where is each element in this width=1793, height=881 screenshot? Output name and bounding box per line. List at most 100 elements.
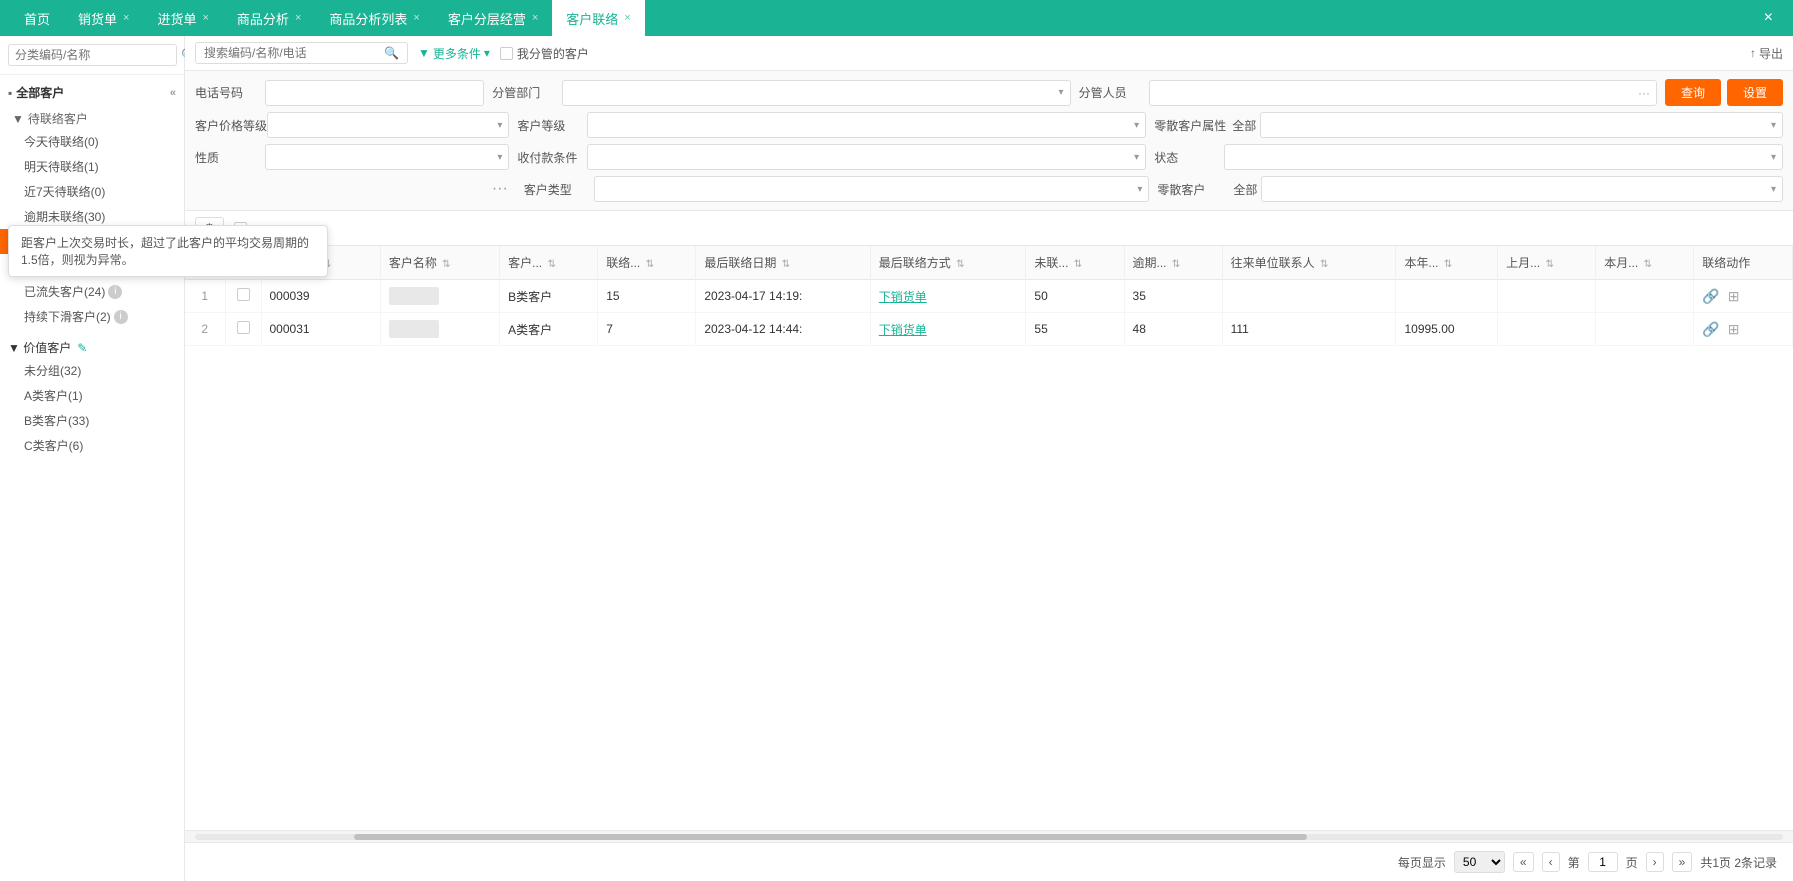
nature-select[interactable]: ▾ [265, 144, 509, 170]
collapse-icon[interactable]: « [170, 87, 176, 99]
sidebar-item-b-class[interactable]: B类客户(33) [0, 408, 184, 433]
search-icon[interactable]: 🔍 [384, 46, 399, 60]
nav-customer-tier[interactable]: 客户分层经营 × [434, 0, 552, 36]
col-header-overdue[interactable]: 逾期... ⇅ [1124, 246, 1222, 280]
col-header-type[interactable]: 客户... ⇅ [500, 246, 598, 280]
row1-check[interactable] [225, 280, 261, 313]
window-close-button[interactable]: × [1754, 9, 1783, 27]
col-header-not-linked[interactable]: 未联... ⇅ [1026, 246, 1124, 280]
col-header-current-month[interactable]: 本月... ⇅ [1596, 246, 1694, 280]
tooltip-box: 距客户上次交易时长，超过了此客户的平均交易周期的1.5倍，则视为异常。 [8, 225, 184, 277]
more-filter-btn[interactable]: ··· [492, 180, 508, 198]
row1-checkbox[interactable] [237, 288, 250, 301]
sidebar-item-c-class[interactable]: C类客户(6) [0, 433, 184, 458]
dept-select[interactable]: ▾ [562, 80, 1070, 106]
row2-action-link-icon[interactable]: 🔗 [1702, 321, 1719, 338]
row2-check[interactable] [225, 313, 261, 346]
sidebar-item-lost-customers[interactable]: 已流失客户(24) i [0, 279, 184, 304]
query-button[interactable]: 查询 [1665, 79, 1721, 106]
edit-value-customer-icon[interactable]: ✎ [77, 341, 87, 355]
col-header-name[interactable]: 客户名称 ⇅ [380, 246, 499, 280]
phone-input[interactable] [265, 80, 484, 106]
setting-button[interactable]: 设置 [1727, 79, 1783, 106]
price-grade-select[interactable]: ▾ [267, 112, 509, 138]
my-customers-checkbox[interactable]: 我分管的客户 [500, 45, 589, 62]
close-purchase-order-icon[interactable]: × [202, 12, 208, 24]
close-product-analysis-list-icon[interactable]: × [413, 12, 419, 24]
col-header-contact-count[interactable]: 联络... ⇅ [598, 246, 696, 280]
close-customer-contact-icon[interactable]: × [624, 12, 630, 24]
scatter-attr-label: 全部 [1232, 117, 1256, 134]
row2-checkbox[interactable] [237, 321, 250, 334]
advanced-filters: 电话号码 分管部门 ▾ 分管人员 ··· [185, 71, 1793, 211]
search-input[interactable] [204, 46, 384, 60]
row1-action-grid-icon[interactable]: ⊞ [1728, 288, 1740, 305]
filter-customer-grade: 客户等级 ▾ [517, 112, 1146, 138]
close-product-analysis-icon[interactable]: × [295, 12, 301, 24]
row2-current-year: 10995.00 [1396, 313, 1498, 346]
filter-row-2: 客户价格等级 ▾ 客户等级 ▾ 零散客户属性 全部 [195, 112, 1783, 138]
next-page-button[interactable]: › [1646, 852, 1664, 872]
sidebar-section-pending[interactable]: ▼ 待联络客户 [0, 106, 184, 129]
sidebar-all-customers[interactable]: ▪ 全部客户 « [0, 79, 184, 106]
info-icon-lost[interactable]: i [108, 285, 122, 299]
per-page-select[interactable]: 50 20 100 [1454, 851, 1505, 873]
payment-select[interactable]: ▾ [587, 144, 1146, 170]
nav-sales-order[interactable]: 销货单 × [64, 0, 143, 36]
nav-product-analysis-list[interactable]: 商品分析列表 × [315, 0, 433, 36]
my-customers-check[interactable] [500, 47, 513, 60]
customer-grade-select[interactable]: ▾ [587, 112, 1146, 138]
row1-method-link[interactable]: 下销货单 [879, 290, 927, 304]
first-page-button[interactable]: « [1513, 852, 1534, 872]
col-header-current-year[interactable]: 本年... ⇅ [1396, 246, 1498, 280]
col-header-last-method[interactable]: 最后联络方式 ⇅ [870, 246, 1026, 280]
col-header-last-month[interactable]: 上月... ⇅ [1498, 246, 1596, 280]
prev-page-button[interactable]: ‹ [1542, 852, 1560, 872]
row1-action-link-icon[interactable]: 🔗 [1702, 288, 1719, 305]
close-customer-tier-icon[interactable]: × [532, 12, 538, 24]
sidebar-item-declining[interactable]: 持续下滑客户(2) i [0, 304, 184, 329]
nav-home[interactable]: 首页 [10, 0, 64, 36]
row2-name-placeholder [389, 320, 439, 338]
nav-customer-contact[interactable]: 客户联络 × [552, 0, 644, 36]
col-header-contacts[interactable]: 往来单位联系人 ⇅ [1222, 246, 1396, 280]
page-suffix: 页 [1626, 854, 1638, 871]
info-icon-declining[interactable]: i [114, 310, 128, 324]
filter-price-grade: 客户价格等级 ▾ [195, 112, 509, 138]
horizontal-scrollbar[interactable] [185, 830, 1793, 842]
export-button[interactable]: ↑ 导出 [1750, 45, 1783, 62]
scatter-customer-arrow: ▾ [1771, 184, 1776, 195]
data-table: 客户编码 ⇅ 客户名称 ⇅ 客户... ⇅ 联络... ⇅ 最后联络日期 ⇅ 最… [185, 246, 1793, 346]
customer-type-select[interactable]: ▾ [594, 176, 1150, 202]
row1-num: 1 [185, 280, 225, 313]
filter-buttons: 查询 设置 [1665, 79, 1783, 106]
nav-purchase-order[interactable]: 进货单 × [143, 0, 222, 36]
sort-overdue-icon: ⇅ [1172, 259, 1180, 270]
scatter-attr-arrow: ▾ [1771, 120, 1776, 131]
table-container[interactable]: 客户编码 ⇅ 客户名称 ⇅ 客户... ⇅ 联络... ⇅ 最后联络日期 ⇅ 最… [185, 246, 1793, 830]
col-header-last-date[interactable]: 最后联络日期 ⇅ [696, 246, 870, 280]
nav-product-analysis[interactable]: 商品分析 × [223, 0, 315, 36]
sidebar-item-a-class[interactable]: A类客户(1) [0, 383, 184, 408]
manager-select[interactable]: ··· [1149, 80, 1657, 106]
sidebar-search-input[interactable] [8, 44, 177, 66]
sidebar-item-ungroup[interactable]: 未分组(32) [0, 358, 184, 383]
page-number-input[interactable] [1588, 852, 1618, 872]
close-sales-order-icon[interactable]: × [123, 12, 129, 24]
more-conditions-btn[interactable]: ▼ 更多条件 ▾ [418, 45, 490, 62]
scrollbar-track[interactable] [195, 834, 1783, 840]
status-select[interactable]: ▾ [1224, 144, 1783, 170]
scatter-customer-select[interactable]: ▾ [1261, 176, 1783, 202]
col-header-actions: 联络动作 [1694, 246, 1793, 280]
sidebar-item-7days-pending[interactable]: 近7天待联络(0) [0, 179, 184, 204]
row2-code: 000031 [261, 313, 380, 346]
sidebar-item-tomorrow-pending[interactable]: 明天待联络(1) [0, 154, 184, 179]
row2-action-grid-icon[interactable]: ⊞ [1728, 321, 1740, 338]
scatter-customer-label: 全部 [1233, 181, 1257, 198]
row2-method-link[interactable]: 下销货单 [879, 323, 927, 337]
last-page-button[interactable]: » [1672, 852, 1693, 872]
sidebar-item-today-pending[interactable]: 今天待联络(0) [0, 129, 184, 154]
filter-manager: 分管人员 ··· [1079, 80, 1657, 106]
scatter-attr-select[interactable]: ▾ [1260, 112, 1783, 138]
scrollbar-thumb[interactable] [354, 834, 1307, 840]
